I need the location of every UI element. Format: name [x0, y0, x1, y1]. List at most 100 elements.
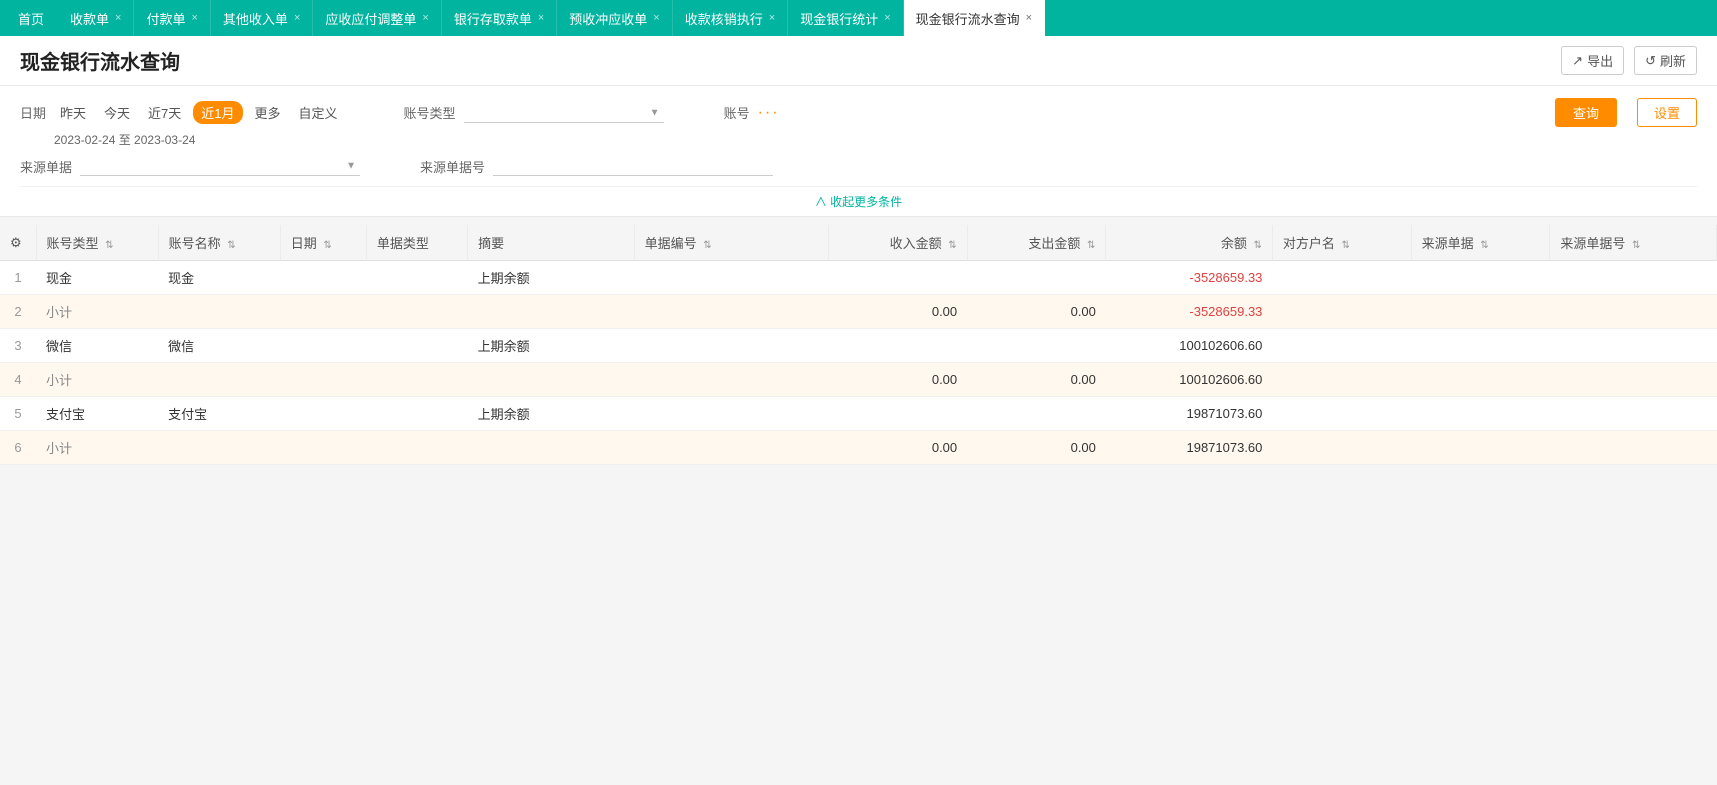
date-btn-more[interactable]: 更多 — [249, 101, 287, 124]
nav-tab-2[interactable]: 其他收入单 × — [211, 0, 313, 36]
date-btn-yesterday[interactable]: 昨天 — [54, 101, 92, 124]
cell-summary — [468, 431, 635, 465]
nav-tab-0[interactable]: 收款单 × — [58, 0, 134, 36]
cell-date — [280, 261, 366, 295]
cell-balance: 19871073.60 — [1106, 397, 1273, 431]
source-doc-select-wrapper — [80, 156, 360, 176]
col-doc-type[interactable]: 单据类型 — [366, 225, 467, 261]
sort-icon-counterpart: ⇅ — [1342, 240, 1350, 251]
cell-row-num: 4 — [0, 363, 36, 397]
date-range-text: 2023-02-24 至 2023-03-24 — [54, 133, 195, 147]
close-tab-5-icon[interactable]: × — [653, 12, 659, 24]
col-income[interactable]: 收入金额 ⇅ — [828, 225, 967, 261]
col-account-type[interactable]: 账号类型 ⇅ — [36, 225, 158, 261]
source-doc-no-input[interactable] — [493, 156, 773, 176]
sort-icon-source-doc: ⇅ — [1480, 240, 1488, 251]
sort-icon-balance: ⇅ — [1254, 240, 1262, 251]
cell-income: 0.00 — [828, 363, 967, 397]
sort-icon-date: ⇅ — [323, 240, 331, 251]
settings-button[interactable]: 设置 — [1637, 98, 1697, 127]
cell-balance: 100102606.60 — [1106, 329, 1273, 363]
close-tab-3-icon[interactable]: × — [422, 12, 428, 24]
nav-tab-7[interactable]: 现金银行统计 × — [788, 0, 903, 36]
col-balance[interactable]: 余额 ⇅ — [1106, 225, 1273, 261]
table-row: 3 微信 微信 上期余额 100102606.60 — [0, 329, 1717, 363]
nav-tab-8[interactable]: 现金银行流水查询 × — [904, 0, 1045, 36]
cell-account-name: 支付宝 — [158, 397, 280, 431]
page-header: 现金银行流水查询 ↗ 导出 ↺ 刷新 — [0, 36, 1717, 86]
col-source-doc[interactable]: 来源单据 ⇅ — [1411, 225, 1550, 261]
sort-icon-income: ⇅ — [948, 240, 956, 251]
cell-doc-type — [366, 431, 467, 465]
col-counterpart[interactable]: 对方户名 ⇅ — [1272, 225, 1411, 261]
close-tab-4-icon[interactable]: × — [538, 12, 544, 24]
date-btn-7days[interactable]: 近7天 — [142, 101, 187, 124]
close-tab-7-icon[interactable]: × — [884, 12, 890, 24]
date-label: 日期 — [20, 103, 46, 122]
col-expense[interactable]: 支出金额 ⇅ — [967, 225, 1106, 261]
col-doc-no[interactable]: 单据编号 ⇅ — [634, 225, 828, 261]
cell-source-doc — [1411, 329, 1550, 363]
cell-expense: 0.00 — [967, 431, 1106, 465]
cell-doc-no — [634, 363, 828, 397]
cell-account-type: 微信 — [36, 329, 158, 363]
filter-area: 日期 昨天 今天 近7天 近1月 更多 自定义 账号类型 账号 ··· — [0, 86, 1717, 217]
cell-account-type: 现金 — [36, 261, 158, 295]
col-account-name[interactable]: 账号名称 ⇅ — [158, 225, 280, 261]
close-tab-1-icon[interactable]: × — [191, 12, 197, 24]
close-tab-0-icon[interactable]: × — [115, 12, 121, 24]
cell-account-name — [158, 431, 280, 465]
cell-account-type: 小计 — [36, 295, 158, 329]
cell-date — [280, 431, 366, 465]
source-doc-no-label: 来源单据号 — [420, 157, 485, 176]
cell-doc-type — [366, 261, 467, 295]
query-button[interactable]: 查询 — [1555, 98, 1617, 127]
cell-income: 0.00 — [828, 295, 967, 329]
export-button[interactable]: ↗ 导出 — [1561, 46, 1624, 75]
date-btn-today[interactable]: 今天 — [98, 101, 136, 124]
col-gear[interactable]: ⚙ — [0, 225, 36, 261]
source-doc-no-filter: 来源单据号 — [420, 156, 773, 176]
col-source-doc-no[interactable]: 来源单据号 ⇅ — [1550, 225, 1717, 261]
date-btn-1month[interactable]: 近1月 — [193, 101, 242, 124]
close-tab-6-icon[interactable]: × — [769, 12, 775, 24]
cell-balance: 100102606.60 — [1106, 363, 1273, 397]
col-summary[interactable]: 摘要 — [468, 225, 635, 261]
cell-source-doc-no — [1550, 329, 1717, 363]
source-doc-filter: 来源单据 — [20, 156, 360, 176]
close-tab-2-icon[interactable]: × — [294, 12, 300, 24]
nav-home[interactable]: 首页 — [4, 0, 58, 36]
sort-icon-doc-no: ⇅ — [703, 240, 711, 251]
cell-doc-no — [634, 329, 828, 363]
header-actions: ↗ 导出 ↺ 刷新 — [1561, 46, 1697, 75]
cell-income — [828, 329, 967, 363]
cell-account-name — [158, 363, 280, 397]
collapse-bar[interactable]: ∧ 收起更多条件 — [20, 186, 1697, 216]
date-shortcuts: 昨天 今天 近7天 近1月 更多 自定义 — [54, 101, 344, 124]
cell-source-doc — [1411, 363, 1550, 397]
sort-icon-account-type: ⇅ — [105, 240, 113, 251]
nav-tab-1[interactable]: 付款单 × — [134, 0, 210, 36]
refresh-button[interactable]: ↺ 刷新 — [1634, 46, 1697, 75]
nav-tab-5[interactable]: 预收冲应收单 × — [557, 0, 672, 36]
nav-tab-6[interactable]: 收款核销执行 × — [673, 0, 788, 36]
cell-source-doc — [1411, 261, 1550, 295]
date-btn-custom[interactable]: 自定义 — [293, 101, 344, 124]
cell-account-type: 小计 — [36, 431, 158, 465]
nav-tab-4[interactable]: 银行存取款单 × — [442, 0, 557, 36]
nav-tab-3[interactable]: 应收应付调整单 × — [313, 0, 441, 36]
close-tab-8-icon[interactable]: × — [1026, 12, 1032, 24]
cell-account-name — [158, 295, 280, 329]
account-more-dots[interactable]: ··· — [758, 104, 780, 122]
cell-doc-no — [634, 261, 828, 295]
account-type-select[interactable] — [464, 103, 664, 123]
table-row: 2 小计 0.00 0.00 -3528659.33 — [0, 295, 1717, 329]
source-doc-select[interactable] — [80, 156, 360, 176]
col-date[interactable]: 日期 ⇅ — [280, 225, 366, 261]
cell-doc-type — [366, 329, 467, 363]
data-table-container: ⚙ 账号类型 ⇅ 账号名称 ⇅ 日期 ⇅ 单据类型 摘要 — [0, 225, 1717, 465]
cell-counterpart — [1272, 397, 1411, 431]
cell-date — [280, 363, 366, 397]
cell-summary — [468, 295, 635, 329]
table-row: 1 现金 现金 上期余额 -3528659.33 — [0, 261, 1717, 295]
